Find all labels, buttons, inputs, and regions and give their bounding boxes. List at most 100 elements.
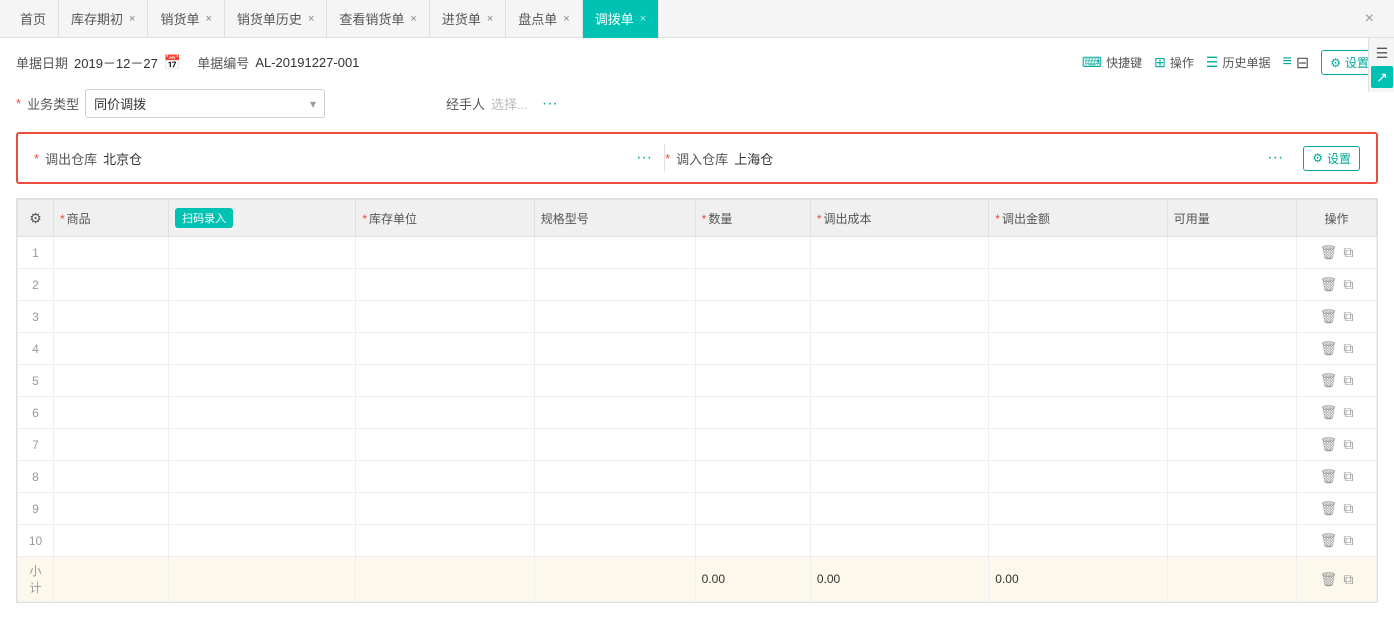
close-tab-transfer[interactable]: × — [640, 13, 646, 25]
sidebar-export-icon[interactable]: ↗ — [1371, 66, 1393, 88]
cell-amount[interactable] — [989, 301, 1167, 333]
copy-row-button[interactable]: ⧉ — [1343, 571, 1353, 588]
delete-row-button[interactable]: 🗑 — [1320, 244, 1338, 261]
delete-row-button[interactable]: 🗑 — [1320, 468, 1338, 485]
tab-transfer[interactable]: 调拨单 × — [583, 0, 659, 38]
out-warehouse-more-button[interactable]: ··· — [636, 149, 664, 167]
delete-row-button[interactable]: 🗑 — [1320, 340, 1338, 357]
cell-product[interactable] — [54, 333, 169, 365]
cell-product[interactable] — [54, 461, 169, 493]
in-warehouse-more-button[interactable]: ··· — [1267, 149, 1295, 167]
cell-cost[interactable] — [810, 237, 988, 269]
cell-amount[interactable] — [989, 333, 1167, 365]
history-button[interactable]: ☰ 历史单据 — [1206, 54, 1271, 71]
tab-sales-order[interactable]: 销货单 × — [148, 0, 224, 38]
in-warehouse-value[interactable]: 上海仓 — [734, 149, 773, 168]
copy-row-button[interactable]: ⧉ — [1343, 244, 1353, 261]
delete-row-button[interactable]: 🗑 — [1320, 571, 1338, 588]
calendar-icon[interactable]: 📅 — [164, 54, 181, 71]
close-tab-inventory-count[interactable]: × — [563, 13, 569, 25]
delete-row-button[interactable]: 🗑 — [1320, 532, 1338, 549]
sidebar-list-icon[interactable]: ☰ — [1371, 42, 1393, 64]
cell-quantity[interactable] — [695, 397, 810, 429]
cell-quantity[interactable] — [695, 237, 810, 269]
operations-button[interactable]: ⊞ 操作 — [1154, 54, 1194, 71]
cell-cost[interactable] — [810, 397, 988, 429]
cell-product[interactable] — [54, 493, 169, 525]
copy-row-button[interactable]: ⧉ — [1343, 340, 1353, 357]
cell-quantity[interactable] — [695, 301, 810, 333]
cell-product[interactable] — [54, 301, 169, 333]
cell-amount[interactable] — [989, 461, 1167, 493]
cell-quantity[interactable] — [695, 333, 810, 365]
person-select[interactable]: 选择... — [491, 94, 528, 113]
cell-cost[interactable] — [810, 429, 988, 461]
tab-sales-history[interactable]: 销货单历史 × — [225, 0, 327, 38]
cell-unit[interactable] — [356, 301, 534, 333]
layout-split-icon[interactable]: ⊟ — [1296, 53, 1309, 73]
tab-home[interactable]: 首页 — [8, 0, 59, 38]
cell-product[interactable] — [54, 269, 169, 301]
cell-unit[interactable] — [356, 269, 534, 301]
cell-unit[interactable] — [356, 493, 534, 525]
cell-spec[interactable] — [534, 365, 695, 397]
cell-unit[interactable] — [356, 461, 534, 493]
cell-spec[interactable] — [534, 525, 695, 557]
close-tab-inventory-init[interactable]: × — [129, 13, 135, 25]
cell-spec[interactable] — [534, 461, 695, 493]
close-tab-view-sales[interactable]: × — [410, 13, 416, 25]
cell-cost[interactable] — [810, 493, 988, 525]
cell-spec[interactable] — [534, 397, 695, 429]
cell-product[interactable] — [54, 237, 169, 269]
out-warehouse-value[interactable]: 北京仓 — [103, 149, 142, 168]
cell-quantity[interactable] — [695, 525, 810, 557]
cell-product[interactable] — [54, 429, 169, 461]
delete-row-button[interactable]: 🗑 — [1320, 372, 1338, 389]
cell-quantity[interactable] — [695, 493, 810, 525]
cell-amount[interactable] — [989, 269, 1167, 301]
cell-spec[interactable] — [534, 333, 695, 365]
layout-single-icon[interactable]: ≡ — [1282, 53, 1291, 73]
close-all-button[interactable]: × — [1353, 10, 1386, 28]
copy-row-button[interactable]: ⧉ — [1343, 276, 1353, 293]
tab-view-sales[interactable]: 查看销货单 × — [327, 0, 429, 38]
cell-spec[interactable] — [534, 301, 695, 333]
cell-amount[interactable] — [989, 493, 1167, 525]
delete-row-button[interactable]: 🗑 — [1320, 308, 1338, 325]
biz-type-select[interactable]: 同价调拨 ▾ — [85, 89, 325, 118]
delete-row-button[interactable]: 🗑 — [1320, 404, 1338, 421]
cell-unit[interactable] — [356, 525, 534, 557]
cell-quantity[interactable] — [695, 269, 810, 301]
cell-product[interactable] — [54, 525, 169, 557]
close-tab-sales-order[interactable]: × — [205, 13, 211, 25]
copy-row-button[interactable]: ⧉ — [1343, 532, 1353, 549]
copy-row-button[interactable]: ⧉ — [1343, 436, 1353, 453]
cell-product[interactable] — [54, 397, 169, 429]
close-tab-sales-history[interactable]: × — [308, 13, 314, 25]
cell-amount[interactable] — [989, 397, 1167, 429]
cell-cost[interactable] — [810, 525, 988, 557]
cell-quantity[interactable] — [695, 365, 810, 397]
delete-row-button[interactable]: 🗑 — [1320, 500, 1338, 517]
tab-inventory-init[interactable]: 库存期初 × — [59, 0, 148, 38]
cell-unit[interactable] — [356, 365, 534, 397]
cell-amount[interactable] — [989, 429, 1167, 461]
cell-amount[interactable] — [989, 525, 1167, 557]
cell-amount[interactable] — [989, 237, 1167, 269]
cell-spec[interactable] — [534, 237, 695, 269]
cell-cost[interactable] — [810, 301, 988, 333]
cell-unit[interactable] — [356, 237, 534, 269]
tab-purchase-order[interactable]: 进货单 × — [430, 0, 506, 38]
cell-cost[interactable] — [810, 269, 988, 301]
copy-row-button[interactable]: ⧉ — [1343, 404, 1353, 421]
person-more-button[interactable]: ··· — [542, 95, 558, 113]
tab-inventory-count[interactable]: 盘点单 × — [506, 0, 582, 38]
cell-product[interactable] — [54, 365, 169, 397]
cell-cost[interactable] — [810, 333, 988, 365]
copy-row-button[interactable]: ⧉ — [1343, 500, 1353, 517]
shortcuts-button[interactable]: ⌨ 快捷键 — [1082, 54, 1142, 71]
date-value[interactable]: 2019－12－27 — [74, 53, 158, 72]
cell-spec[interactable] — [534, 269, 695, 301]
delete-row-button[interactable]: 🗑 — [1320, 436, 1338, 453]
cell-unit[interactable] — [356, 429, 534, 461]
